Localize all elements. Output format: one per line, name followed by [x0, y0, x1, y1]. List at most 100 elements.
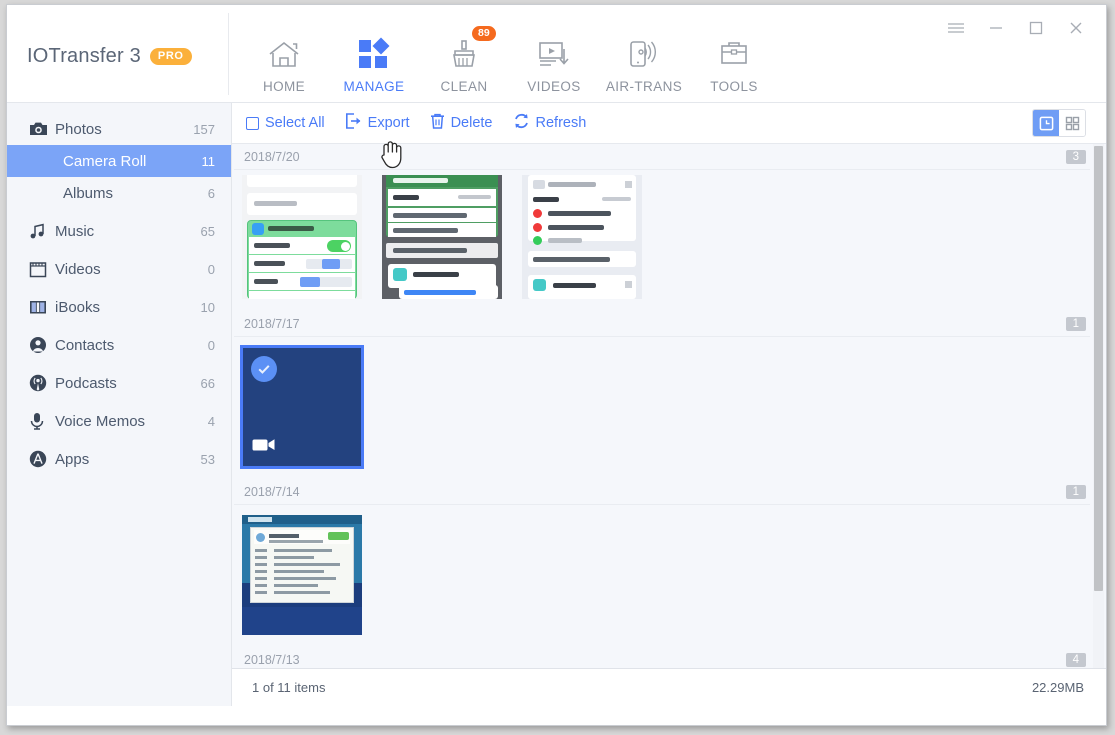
- sidebar-label-apps: Apps: [55, 450, 90, 468]
- sidebar-label-photos: Photos: [55, 120, 102, 138]
- sidebar-item-ibooks[interactable]: iBooks 10: [7, 291, 231, 323]
- thumbnail-row: [232, 337, 1092, 479]
- nav-label-air-trans: AIR-TRANS: [605, 79, 683, 94]
- app-body: Photos 157 Camera Roll 11 Albums 6 Music…: [7, 103, 1106, 706]
- microphone-icon: [29, 412, 55, 430]
- status-bar: 1 of 11 items 22.29MB: [232, 668, 1106, 706]
- toolbox-icon: [717, 33, 751, 75]
- sidebar-count-music: 65: [200, 223, 215, 239]
- export-button[interactable]: Export: [345, 113, 410, 133]
- clean-badge: 89: [471, 25, 497, 42]
- date-label: 2018/7/17: [244, 316, 300, 331]
- scrollbar-thumb[interactable]: [1094, 146, 1103, 591]
- sidebar: Photos 157 Camera Roll 11 Albums 6 Music…: [7, 103, 232, 706]
- title-bar: IOTransfer 3 PRO HOME MANAGE 89 CLEAN VI…: [7, 5, 1106, 111]
- nav-item-videos[interactable]: VIDEOS: [509, 23, 599, 103]
- refresh-button[interactable]: Refresh: [513, 113, 586, 133]
- film-icon: [29, 261, 55, 278]
- sidebar-label-music: Music: [55, 222, 95, 240]
- nav-item-tools[interactable]: TOOLS: [689, 23, 779, 103]
- export-icon: [345, 113, 362, 133]
- nav-label-manage: MANAGE: [343, 79, 405, 94]
- sidebar-count-podcasts: 66: [200, 375, 215, 391]
- sidebar-count-contacts: 0: [207, 337, 215, 353]
- sidebar-label-ibooks: iBooks: [55, 298, 101, 316]
- nav-label-tools: TOOLS: [710, 79, 758, 94]
- sidebar-item-podcasts[interactable]: Podcasts 66: [7, 367, 231, 399]
- delete-button[interactable]: Delete: [430, 113, 493, 133]
- nav-item-clean[interactable]: 89 CLEAN: [419, 23, 509, 103]
- video-download-icon: [536, 33, 572, 75]
- thumbnail-row: [232, 165, 1092, 311]
- date-label: 2018/7/20: [244, 149, 300, 164]
- action-toolbar: Select All Export Delete Refresh: [232, 103, 1106, 144]
- date-group-header: 2018/7/14 1: [234, 479, 1090, 505]
- sidebar-item-contacts[interactable]: Contacts 0: [7, 329, 231, 361]
- date-group-header: 2018/7/13 4: [234, 647, 1090, 668]
- gallery-item[interactable]: [242, 175, 362, 299]
- sidebar-item-camera-roll[interactable]: Camera Roll 11: [7, 145, 231, 177]
- photo-gallery[interactable]: 2018/7/20 3 2018/7/17 1 2018/7/14 1 2018…: [232, 144, 1106, 668]
- nav-label-videos: VIDEOS: [527, 79, 581, 94]
- select-all-button[interactable]: Select All: [246, 115, 325, 131]
- date-count-badge: 1: [1065, 484, 1086, 499]
- date-label: 2018/7/13: [244, 652, 300, 667]
- date-group-header: 2018/7/17 1: [234, 311, 1090, 337]
- sidebar-item-albums[interactable]: Albums 6: [7, 177, 231, 209]
- sidebar-item-photos[interactable]: Photos 157: [7, 113, 231, 145]
- selection-status: 1 of 11 items: [252, 680, 326, 695]
- export-label: Export: [367, 115, 410, 131]
- podcast-icon: [29, 374, 55, 392]
- close-button[interactable]: [1056, 13, 1096, 43]
- delete-label: Delete: [450, 115, 493, 131]
- gallery-item[interactable]: [382, 175, 502, 299]
- thumbnail-image: [242, 175, 362, 299]
- home-icon: [267, 33, 301, 75]
- refresh-icon: [513, 113, 530, 133]
- sidebar-count-videos: 0: [207, 261, 215, 277]
- camera-icon: [29, 121, 55, 137]
- sidebar-item-music[interactable]: Music 65: [7, 215, 231, 247]
- sidebar-item-apps[interactable]: Apps 53: [7, 443, 231, 475]
- main-panel: Select All Export Delete Refresh 2018/7/…: [232, 103, 1106, 706]
- nav-label-home: HOME: [262, 79, 306, 94]
- window-controls: [936, 13, 1096, 43]
- date-label: 2018/7/14: [244, 484, 300, 499]
- app-window: IOTransfer 3 PRO HOME MANAGE 89 CLEAN VI…: [6, 4, 1107, 726]
- sidebar-count-apps: 53: [200, 451, 215, 467]
- sidebar-label-podcasts: Podcasts: [55, 374, 117, 392]
- gallery-item[interactable]: [242, 515, 362, 635]
- timeline-view-button[interactable]: [1033, 110, 1059, 136]
- gallery-scrollbar[interactable]: [1093, 144, 1104, 668]
- nav-item-air-trans[interactable]: AIR-TRANS: [599, 23, 689, 103]
- gallery-item-selected[interactable]: [240, 345, 364, 469]
- sidebar-count-photos: 157: [193, 121, 215, 137]
- main-navigation: HOME MANAGE 89 CLEAN VIDEOS AIR-TRANS TO…: [239, 23, 779, 111]
- sidebar-label-camera-roll: Camera Roll: [63, 152, 147, 170]
- date-count-badge: 1: [1065, 316, 1086, 331]
- sidebar-label-contacts: Contacts: [55, 336, 115, 354]
- sidebar-count-ibooks: 10: [200, 299, 215, 315]
- sidebar-label-voice-memos: Voice Memos: [55, 412, 146, 430]
- sidebar-item-voice-memos[interactable]: Voice Memos 4: [7, 405, 231, 437]
- total-size-label: 22.29MB: [1031, 680, 1084, 695]
- thumbnail-row: [232, 505, 1092, 647]
- app-brand: IOTransfer 3 PRO: [27, 45, 192, 68]
- video-camera-icon: [252, 437, 276, 457]
- minimize-button[interactable]: [976, 13, 1016, 43]
- gallery-item[interactable]: [522, 175, 642, 299]
- nav-item-home[interactable]: HOME: [239, 23, 329, 103]
- sidebar-label-albums: Albums: [63, 184, 114, 202]
- manage-icon: [359, 33, 390, 75]
- sidebar-count-camera-roll: 11: [201, 153, 216, 169]
- grid-view-button[interactable]: [1059, 110, 1085, 136]
- view-mode-toggle: [1032, 109, 1086, 137]
- select-all-checkbox-icon: [246, 116, 259, 130]
- sidebar-item-videos[interactable]: Videos 0: [7, 253, 231, 285]
- checkmark-icon: [251, 356, 277, 382]
- maximize-button[interactable]: [1016, 13, 1056, 43]
- menu-button[interactable]: [936, 13, 976, 43]
- nav-item-manage[interactable]: MANAGE: [329, 23, 419, 111]
- gallery-scroll-area: 2018/7/20 3 2018/7/17 1 2018/7/14 1 2018…: [232, 144, 1092, 668]
- trash-icon: [430, 113, 445, 133]
